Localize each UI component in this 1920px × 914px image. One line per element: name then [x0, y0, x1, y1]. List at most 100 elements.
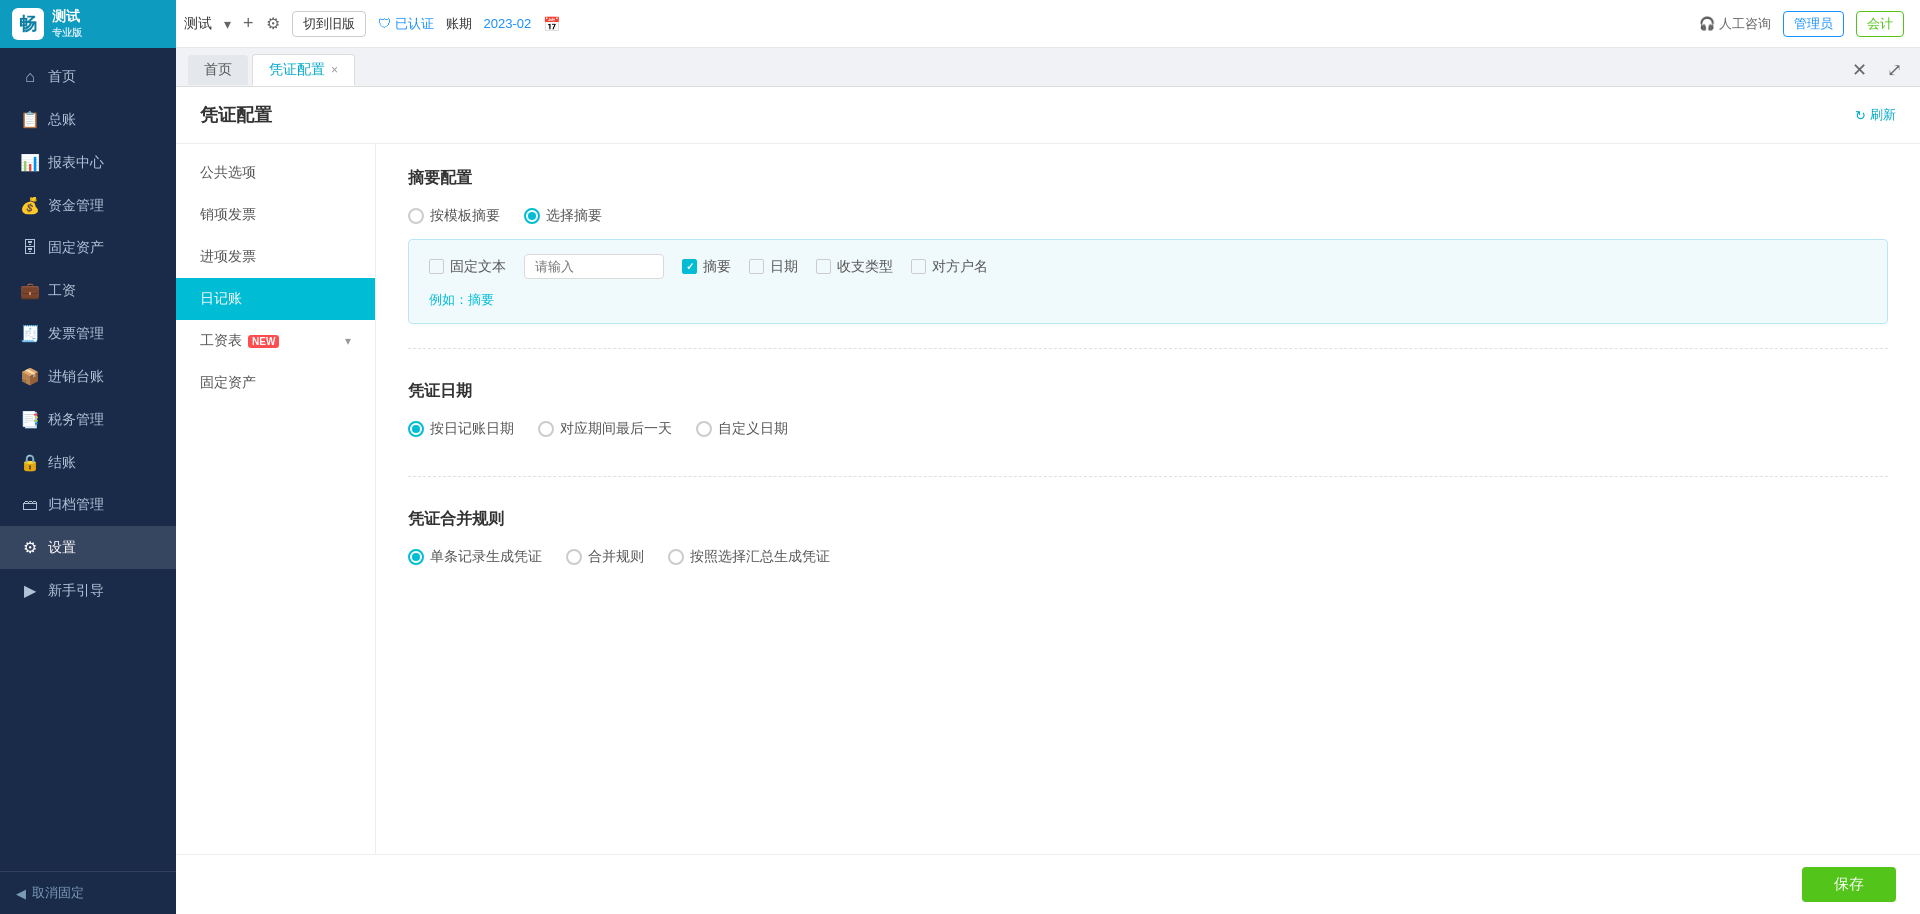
- radio-merge-rule[interactable]: 合并规则: [566, 548, 644, 566]
- close-panel-btn[interactable]: ✕: [1846, 57, 1873, 83]
- tab-close-icon[interactable]: ×: [331, 63, 338, 77]
- radio-last-day[interactable]: 对应期间最后一天: [538, 420, 672, 438]
- checkbox-summary-box: [682, 259, 697, 274]
- salary-icon: 💼: [20, 281, 40, 300]
- radio-select-circle: [524, 208, 540, 224]
- app-logo: 畅 测试 专业版: [0, 0, 176, 48]
- top-bar-right: 🎧 人工咨询 管理员 会计: [1699, 11, 1904, 37]
- checkbox-date-label: 日期: [770, 258, 798, 276]
- radio-journal-date[interactable]: 按日记账日期: [408, 420, 514, 438]
- role-btn[interactable]: 会计: [1856, 11, 1904, 37]
- headset-icon: 🎧: [1699, 16, 1715, 31]
- switch-old-btn[interactable]: 切到旧版: [292, 11, 366, 37]
- add-icon[interactable]: +: [243, 13, 254, 34]
- tab-voucher-config[interactable]: 凭证配置 ×: [252, 54, 355, 86]
- consult-btn[interactable]: 🎧 人工咨询: [1699, 15, 1771, 33]
- merge-section: 凭证合并规则 单条记录生成凭证 合并规则: [408, 509, 1888, 604]
- checkbox-fixed-text[interactable]: 固定文本: [429, 258, 506, 276]
- save-button[interactable]: 保存: [1802, 867, 1896, 902]
- sidebar-item-guide[interactable]: ▶ 新手引导: [0, 569, 176, 612]
- refresh-icon: ↻: [1855, 108, 1866, 123]
- checkbox-date-box: [749, 259, 764, 274]
- sidebar-item-salary[interactable]: 💼 工资: [0, 269, 176, 312]
- settings-icon[interactable]: ⚙: [266, 14, 280, 33]
- menu-item-fixed-assets[interactable]: 固定资产: [176, 362, 375, 404]
- top-bar: 畅 测试 专业版 测试 ▾ + ⚙ 切到旧版 🛡 已认证 账期 2023-02 …: [0, 0, 1920, 48]
- calendar-icon[interactable]: 📅: [543, 16, 560, 32]
- radio-journal-date-circle: [408, 421, 424, 437]
- consult-label: 人工咨询: [1719, 15, 1771, 33]
- sidebar-item-purchase[interactable]: 📦 进销台账: [0, 355, 176, 398]
- assets-icon: 🗄: [20, 239, 40, 257]
- purchase-icon: 📦: [20, 367, 40, 386]
- home-icon: ⌂: [20, 68, 40, 86]
- menu-label-fixed-assets: 固定资产: [200, 374, 256, 392]
- sidebar-item-label-salary: 工资: [48, 282, 76, 300]
- content-area: 首页 凭证配置 × ✕ ⤢ 凭证配置 ↻ 刷新: [176, 48, 1920, 914]
- menu-item-inner: 固定资产: [200, 374, 256, 392]
- main-layout: ⌂ 首页 📋 总账 📊 报表中心 💰 资金管理 🗄 固定资产 💼 工资 🧾 发票…: [0, 48, 1920, 914]
- radio-select[interactable]: 选择摘要: [524, 207, 602, 225]
- sidebar-item-assets[interactable]: 🗄 固定资产: [0, 227, 176, 269]
- fixed-text-input[interactable]: [524, 254, 664, 279]
- status-text: 已认证: [395, 15, 434, 33]
- menu-item-public[interactable]: 公共选项: [176, 152, 375, 194]
- pin-icon: ◀: [16, 886, 26, 901]
- sidebar-item-ledger[interactable]: 📋 总账: [0, 98, 176, 141]
- invoice-icon: 🧾: [20, 324, 40, 343]
- checkbox-counterparty-label: 对方户名: [932, 258, 988, 276]
- menu-item-purchase-invoice[interactable]: 进项发票: [176, 236, 375, 278]
- checkbox-fixed-text-box: [429, 259, 444, 274]
- tab-home[interactable]: 首页: [188, 55, 248, 85]
- tax-icon: 📑: [20, 410, 40, 429]
- sidebar-item-invoice[interactable]: 🧾 发票管理: [0, 312, 176, 355]
- sidebar-item-capital[interactable]: 💰 资金管理: [0, 184, 176, 227]
- example-text: 例如：摘要: [429, 291, 1867, 309]
- date-radio-group: 按日记账日期 对应期间最后一天 自定义日期: [408, 420, 1888, 438]
- ledger-icon: 📋: [20, 110, 40, 129]
- checkbox-group: 固定文本 摘要 日期: [429, 254, 1867, 279]
- sidebar: ⌂ 首页 📋 总账 📊 报表中心 💰 资金管理 🗄 固定资产 💼 工资 🧾 发票…: [0, 48, 176, 914]
- sidebar-item-label-assets: 固定资产: [48, 239, 104, 257]
- radio-single[interactable]: 单条记录生成凭证: [408, 548, 542, 566]
- checkbox-summary[interactable]: 摘要: [682, 258, 731, 276]
- sidebar-item-archive[interactable]: 🗃 归档管理: [0, 484, 176, 526]
- radio-summary-gen[interactable]: 按照选择汇总生成凭证: [668, 548, 830, 566]
- checkbox-counterparty[interactable]: 对方户名: [911, 258, 988, 276]
- sidebar-item-label-archive: 归档管理: [48, 496, 104, 514]
- menu-item-inner: 日记账: [200, 290, 242, 308]
- checkbox-date[interactable]: 日期: [749, 258, 798, 276]
- admin-btn[interactable]: 管理员: [1783, 11, 1844, 37]
- radio-custom-date-circle: [696, 421, 712, 437]
- fullscreen-btn[interactable]: ⤢: [1881, 57, 1908, 83]
- radio-custom-date[interactable]: 自定义日期: [696, 420, 788, 438]
- sidebar-item-home[interactable]: ⌂ 首页: [0, 56, 176, 98]
- menu-item-inner: 公共选项: [200, 164, 256, 182]
- chevron-icon: ▾: [345, 334, 351, 348]
- period-label: 账期: [446, 15, 472, 33]
- radio-summary-gen-label: 按照选择汇总生成凭证: [690, 548, 830, 566]
- menu-label-public: 公共选项: [200, 164, 256, 182]
- company-name: 测试: [184, 15, 212, 33]
- radio-single-circle: [408, 549, 424, 565]
- sidebar-item-tax[interactable]: 📑 税务管理: [0, 398, 176, 441]
- refresh-btn[interactable]: ↻ 刷新: [1855, 106, 1896, 124]
- bottom-bar: 保存: [176, 854, 1920, 914]
- cancel-fixed-btn[interactable]: ◀ 取消固定: [0, 871, 176, 914]
- sidebar-item-settings[interactable]: ⚙ 设置: [0, 526, 176, 569]
- sidebar-item-reports[interactable]: 📊 报表中心: [0, 141, 176, 184]
- radio-single-label: 单条记录生成凭证: [430, 548, 542, 566]
- menu-item-sales-invoice[interactable]: 销项发票: [176, 194, 375, 236]
- menu-item-journal[interactable]: 日记账: [176, 278, 375, 320]
- radio-template[interactable]: 按模板摘要: [408, 207, 500, 225]
- sidebar-item-close[interactable]: 🔒 结账: [0, 441, 176, 484]
- config-content: 摘要配置 按模板摘要 选择摘要: [376, 144, 1920, 854]
- menu-item-payroll[interactable]: 工资表NEW▾: [176, 320, 375, 362]
- radio-template-circle: [408, 208, 424, 224]
- logo-sub: 专业版: [52, 26, 82, 40]
- checkbox-payment-type[interactable]: 收支类型: [816, 258, 893, 276]
- expand-icon[interactable]: ▾: [224, 16, 231, 32]
- logo-text-group: 测试 专业版: [52, 8, 82, 40]
- menu-label-sales-invoice: 销项发票: [200, 206, 256, 224]
- radio-select-label: 选择摘要: [546, 207, 602, 225]
